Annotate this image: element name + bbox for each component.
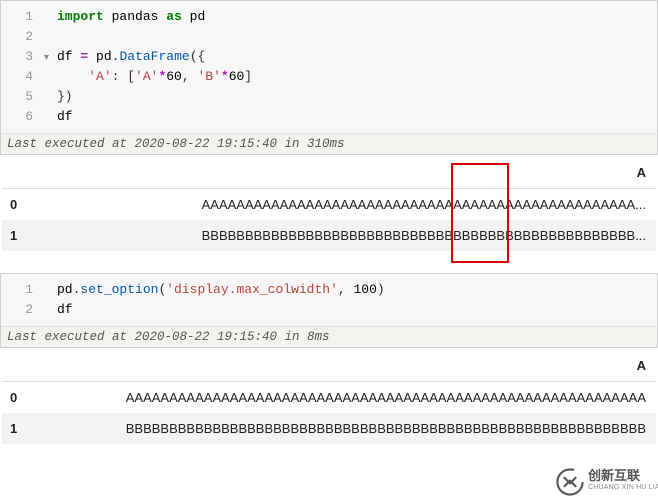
dataframe-table: A 0 AAAAAAAAAAAAAAAAAAAAAAAAAAAAAAAAAAAA…	[2, 157, 656, 251]
execution-info: Last executed at 2020-08-22 19:15:40 in …	[0, 326, 658, 348]
line-number: 4	[1, 67, 39, 87]
watermark-logo: 创新互联 CHUANG XIN HU LIAN	[556, 467, 652, 497]
column-header: A	[28, 157, 656, 189]
watermark-text: 创新互联 CHUANG XIN HU LIAN	[588, 470, 658, 494]
line-number: 3▾	[1, 47, 39, 67]
code-source	[39, 27, 57, 47]
table-row: 0 AAAAAAAAAAAAAAAAAAAAAAAAAAAAAAAAAAAAAA…	[2, 382, 656, 414]
code-line: 5 })	[1, 87, 657, 107]
logo-icon	[556, 468, 584, 496]
cell-value: AAAAAAAAAAAAAAAAAAAAAAAAAAAAAAAAAAAAAAAA…	[28, 382, 656, 414]
fold-icon[interactable]: ▾	[44, 49, 49, 69]
index-header	[2, 350, 28, 382]
code-source: df	[39, 300, 73, 320]
line-number: 5	[1, 87, 39, 107]
code-source: import pandas as pd	[39, 7, 205, 27]
cell-value: BBBBBBBBBBBBBBBBBBBBBBBBBBBBBBBBBBBBBBBB…	[28, 413, 656, 444]
code-line: 1 pd.set_option('display.max_colwidth', …	[1, 280, 657, 300]
code-source: pd.set_option('display.max_colwidth', 10…	[39, 280, 385, 300]
line-number: 2	[1, 300, 39, 320]
code-source: df = pd.DataFrame({	[39, 47, 205, 67]
code-cell-2: 1 pd.set_option('display.max_colwidth', …	[0, 273, 658, 326]
code-line: 6 df	[1, 107, 657, 127]
code-line: 2 df	[1, 300, 657, 320]
code-line: 1 import pandas as pd	[1, 7, 657, 27]
output-area-2: A 0 AAAAAAAAAAAAAAAAAAAAAAAAAAAAAAAAAAAA…	[0, 348, 658, 452]
row-index: 1	[2, 220, 28, 251]
spacer	[0, 259, 658, 273]
line-number: 1	[1, 7, 39, 27]
line-number: 2	[1, 27, 39, 47]
table-row: 1 BBBBBBBBBBBBBBBBBBBBBBBBBBBBBBBBBBBBBB…	[2, 220, 656, 251]
index-header	[2, 157, 28, 189]
row-index: 1	[2, 413, 28, 444]
column-header: A	[28, 350, 656, 382]
dataframe-table: A 0 AAAAAAAAAAAAAAAAAAAAAAAAAAAAAAAAAAAA…	[2, 350, 656, 444]
code-cell-1: 1 import pandas as pd 2 3▾ df = pd.DataF…	[0, 0, 658, 133]
code-line: 4 'A': ['A'*60, 'B'*60]	[1, 67, 657, 87]
line-number: 1	[1, 280, 39, 300]
line-number: 6	[1, 107, 39, 127]
code-source: 'A': ['A'*60, 'B'*60]	[39, 67, 252, 87]
code-line: 3▾ df = pd.DataFrame({	[1, 47, 657, 67]
code-line: 2	[1, 27, 657, 47]
execution-info: Last executed at 2020-08-22 19:15:40 in …	[0, 133, 658, 155]
cell-value: BBBBBBBBBBBBBBBBBBBBBBBBBBBBBBBBBBBBBBBB…	[28, 220, 656, 251]
row-index: 0	[2, 189, 28, 221]
table-row: 0 AAAAAAAAAAAAAAAAAAAAAAAAAAAAAAAAAAAAAA…	[2, 189, 656, 221]
code-source: df	[39, 107, 73, 127]
table-row: 1 BBBBBBBBBBBBBBBBBBBBBBBBBBBBBBBBBBBBBB…	[2, 413, 656, 444]
cell-value: AAAAAAAAAAAAAAAAAAAAAAAAAAAAAAAAAAAAAAAA…	[28, 189, 656, 221]
output-area-1: A 0 AAAAAAAAAAAAAAAAAAAAAAAAAAAAAAAAAAAA…	[0, 155, 658, 259]
row-index: 0	[2, 382, 28, 414]
code-source: })	[39, 87, 73, 107]
